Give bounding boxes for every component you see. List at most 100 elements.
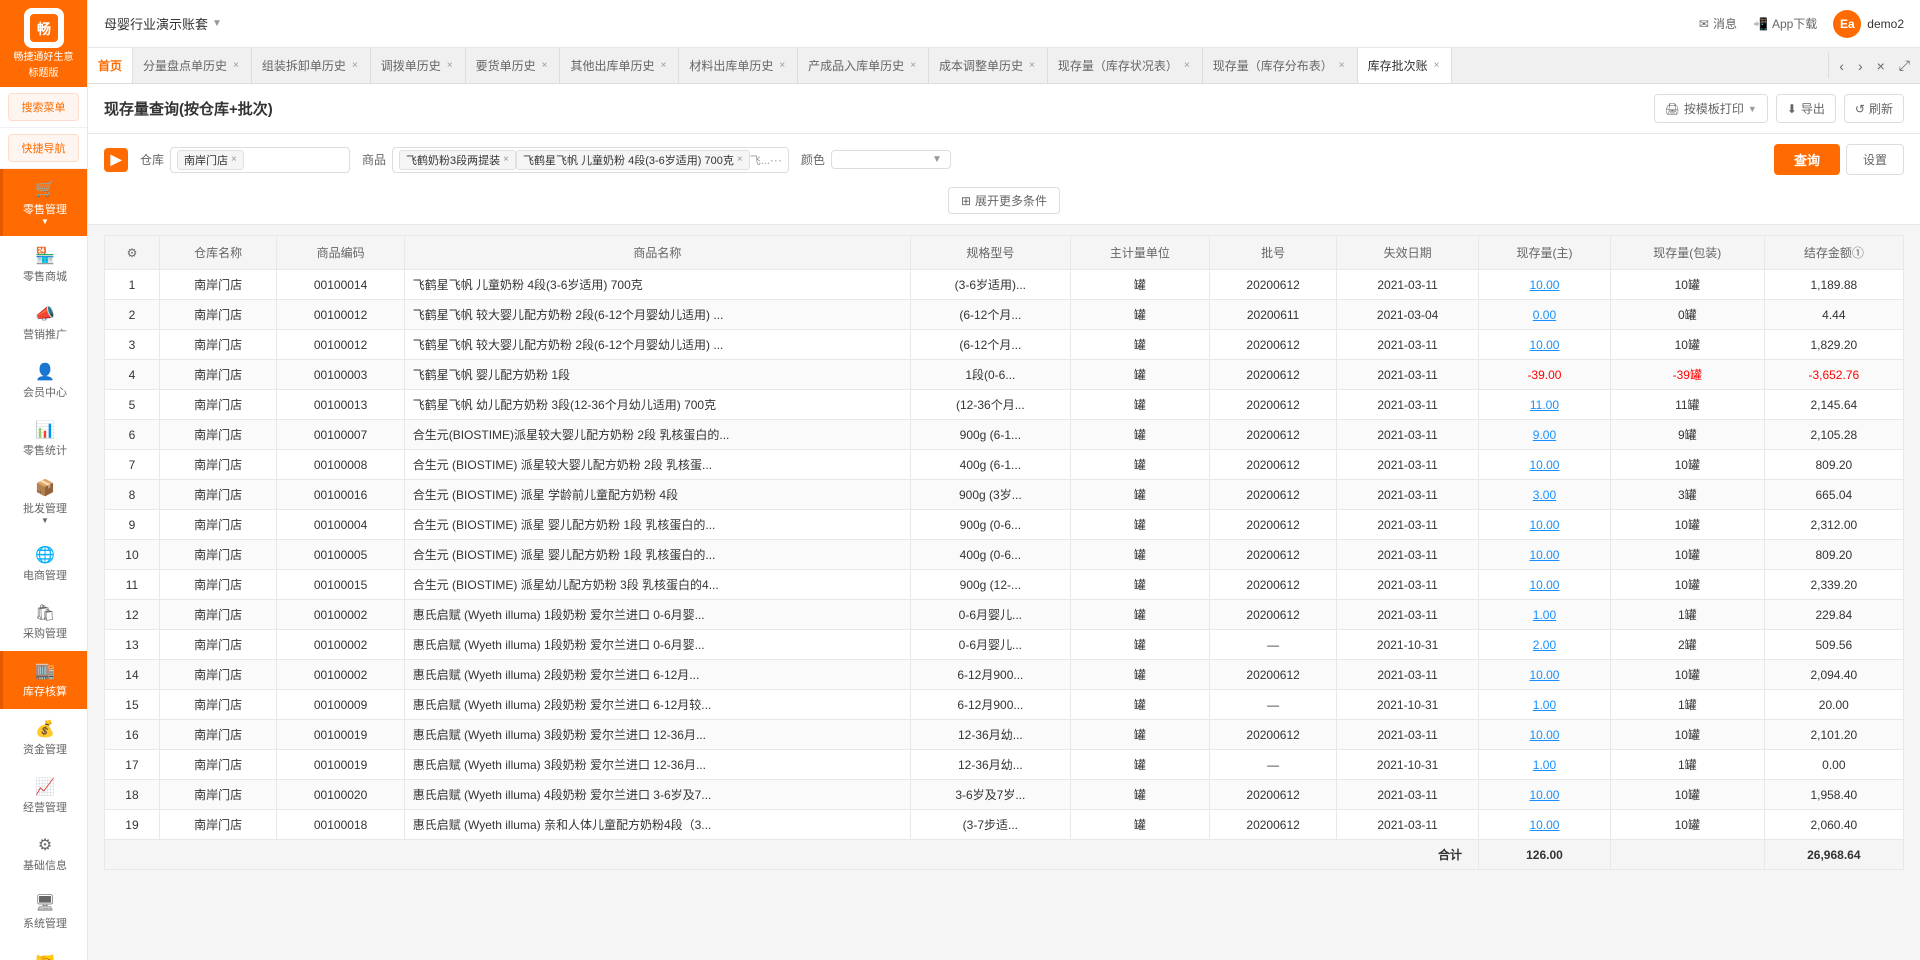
- row-code: 00100019: [277, 750, 404, 780]
- product-tag-input[interactable]: 飞鹤奶粉3段两提装 × 飞鹤星飞帆 儿童奶粉 4段(3-6岁适用) 700克 ×…: [392, 147, 789, 173]
- tab-transfer[interactable]: 调拨单历史 ×: [371, 48, 466, 83]
- sidebar-item-member[interactable]: 👤 会员中心: [0, 352, 87, 410]
- row-unit: 罐: [1070, 420, 1209, 450]
- sidebar-item-system[interactable]: 🖥 系统管理: [0, 883, 87, 941]
- sidebar-item-basic[interactable]: ⚙ 基础信息: [0, 825, 87, 883]
- tabs-prev-button[interactable]: ‹: [1833, 54, 1850, 78]
- tab-close-icon[interactable]: ×: [1182, 59, 1192, 72]
- row-code: 00100014: [277, 270, 404, 300]
- row-code: 00100002: [277, 630, 404, 660]
- row-stock-main[interactable]: 10.00: [1478, 570, 1610, 600]
- sidebar-item-retail-shop[interactable]: 🏪 零售商城: [0, 236, 87, 294]
- row-stock-main[interactable]: 10.00: [1478, 270, 1610, 300]
- tab-close-icon[interactable]: ×: [540, 59, 550, 72]
- tab-close-icon[interactable]: ×: [231, 59, 241, 72]
- print-button[interactable]: 🖨 按模板打印 ▼: [1654, 94, 1768, 123]
- row-stock-pkg: 10罐: [1610, 540, 1764, 570]
- row-no: 3: [105, 330, 160, 360]
- sidebar-item-marketing[interactable]: 📣 营销推广: [0, 294, 87, 352]
- row-stock-main[interactable]: 1.00: [1478, 750, 1610, 780]
- table-row: 2 南岸门店 00100012 飞鹤星飞帆 较大婴儿配方奶粉 2段(6-12个月…: [105, 300, 1904, 330]
- row-stock-main[interactable]: 10.00: [1478, 660, 1610, 690]
- tab-other-out[interactable]: 其他出库单历史 ×: [560, 48, 679, 83]
- quick-nav-button[interactable]: 快捷导航: [8, 134, 79, 162]
- sidebar-item-retail-mgmt[interactable]: 🛒 零售管理 ▼: [0, 169, 87, 236]
- search-menu-button[interactable]: 搜索菜单: [8, 93, 79, 121]
- row-unit: 罐: [1070, 570, 1209, 600]
- sidebar-item-finance[interactable]: 💰 资金管理: [0, 709, 87, 767]
- row-stock-main[interactable]: 11.00: [1478, 390, 1610, 420]
- row-stock-main[interactable]: 10.00: [1478, 780, 1610, 810]
- product-input-arrow-icon[interactable]: ···: [770, 153, 782, 167]
- row-stock-main[interactable]: 0.00: [1478, 300, 1610, 330]
- sidebar-item-purchase[interactable]: 🛍 采购管理: [0, 593, 87, 651]
- row-stock-main[interactable]: 10.00: [1478, 450, 1610, 480]
- tab-close-icon[interactable]: ×: [908, 59, 918, 72]
- tab-close-icon[interactable]: ×: [658, 59, 668, 72]
- tabs-maximize-button[interactable]: ⤢: [1893, 53, 1916, 78]
- row-stock-main[interactable]: 10.00: [1478, 540, 1610, 570]
- tab-require-label: 要货单历史: [476, 57, 536, 74]
- tab-material-out[interactable]: 材料出库单历史 ×: [679, 48, 798, 83]
- tabs-next-button[interactable]: ›: [1852, 54, 1869, 78]
- account-dropdown[interactable]: 母婴行业演示账套 ▼: [104, 14, 222, 33]
- tab-stock-dist[interactable]: 现存量（库存分布表） ×: [1203, 48, 1358, 83]
- row-stock-main[interactable]: 10.00: [1478, 720, 1610, 750]
- sidebar-item-retail-stats[interactable]: 📊 零售统计: [0, 410, 87, 468]
- tab-close-icon[interactable]: ×: [445, 59, 455, 72]
- query-button[interactable]: 查询: [1774, 144, 1840, 175]
- tab-product-in[interactable]: 产成品入库单历史 ×: [798, 48, 929, 83]
- tab-close-icon[interactable]: ×: [777, 59, 787, 72]
- tab-close-icon[interactable]: ×: [1027, 59, 1037, 72]
- row-balance: 665.04: [1764, 480, 1903, 510]
- filter-toggle-button[interactable]: ▶: [104, 148, 128, 172]
- row-stock-main[interactable]: 10.00: [1478, 810, 1610, 840]
- tabs-close-all-button[interactable]: ×: [1871, 54, 1891, 78]
- tab-close-icon[interactable]: ×: [350, 59, 360, 72]
- product-tag-more[interactable]: 飞...: [750, 152, 770, 168]
- row-expire: 2021-03-11: [1337, 810, 1479, 840]
- user-menu-button[interactable]: Ea demo2: [1833, 10, 1904, 38]
- color-select-input[interactable]: ▼: [831, 150, 951, 169]
- sidebar-item-ecommerce[interactable]: 🌐 电商管理: [0, 535, 87, 593]
- tab-split[interactable]: 分量盘点单历史 ×: [133, 48, 252, 83]
- settings-button[interactable]: 设置: [1846, 144, 1904, 175]
- product-tag-1-close-icon[interactable]: ×: [503, 154, 509, 165]
- tab-group[interactable]: 组装拆卸单历史 ×: [252, 48, 371, 83]
- sidebar-item-label: 电商管理: [23, 567, 67, 583]
- row-stock-main[interactable]: 10.00: [1478, 330, 1610, 360]
- tab-stock-status[interactable]: 现存量（库存状况表） ×: [1048, 48, 1203, 83]
- ecommerce-icon: 🌐: [35, 545, 55, 565]
- row-no: 5: [105, 390, 160, 420]
- row-stock-main[interactable]: 2.00: [1478, 630, 1610, 660]
- user-name: demo2: [1867, 17, 1904, 31]
- sidebar-item-operations[interactable]: 📈 经营管理: [0, 767, 87, 825]
- th-batch: 批号: [1209, 236, 1336, 270]
- row-stock-main[interactable]: 3.00: [1478, 480, 1610, 510]
- warehouse-tag-close-icon[interactable]: ×: [231, 154, 237, 165]
- expand-filter-button[interactable]: ⊞ 展开更多条件: [948, 187, 1060, 214]
- tab-require[interactable]: 要货单历史 ×: [466, 48, 561, 83]
- tab-close-icon[interactable]: ×: [1432, 59, 1442, 72]
- message-button[interactable]: ✉ 消息: [1699, 15, 1737, 32]
- row-stock-main[interactable]: 9.00: [1478, 420, 1610, 450]
- th-expire: 失效日期: [1337, 236, 1479, 270]
- sidebar-item-inventory[interactable]: 🏬 库存核算: [0, 651, 87, 709]
- export-button[interactable]: ⬇ 导出: [1776, 94, 1836, 123]
- warehouse-tag-input[interactable]: 南岸门店 ×: [170, 147, 350, 173]
- tab-warehouse-batch[interactable]: 库存批次账 ×: [1358, 48, 1453, 83]
- product-tag-2-close-icon[interactable]: ×: [737, 154, 743, 165]
- tab-home[interactable]: 首页: [88, 48, 133, 83]
- row-balance: 229.84: [1764, 600, 1903, 630]
- sidebar-item-label: 营销推广: [23, 326, 67, 342]
- refresh-button[interactable]: ↺ 刷新: [1844, 94, 1904, 123]
- row-stock-main[interactable]: 1.00: [1478, 690, 1610, 720]
- sidebar-item-enterprise[interactable]: 🤝 企业协同: [0, 941, 87, 960]
- sidebar-item-wholesale[interactable]: 📦 批发管理 ▼: [0, 468, 87, 535]
- tab-close-icon[interactable]: ×: [1337, 59, 1347, 72]
- row-stock-main[interactable]: 10.00: [1478, 510, 1610, 540]
- settings-icon[interactable]: ⚙: [127, 246, 138, 260]
- row-stock-main[interactable]: 1.00: [1478, 600, 1610, 630]
- app-download-button[interactable]: 📲 App下载: [1753, 15, 1817, 32]
- tab-cost-adj[interactable]: 成本调整单历史 ×: [929, 48, 1048, 83]
